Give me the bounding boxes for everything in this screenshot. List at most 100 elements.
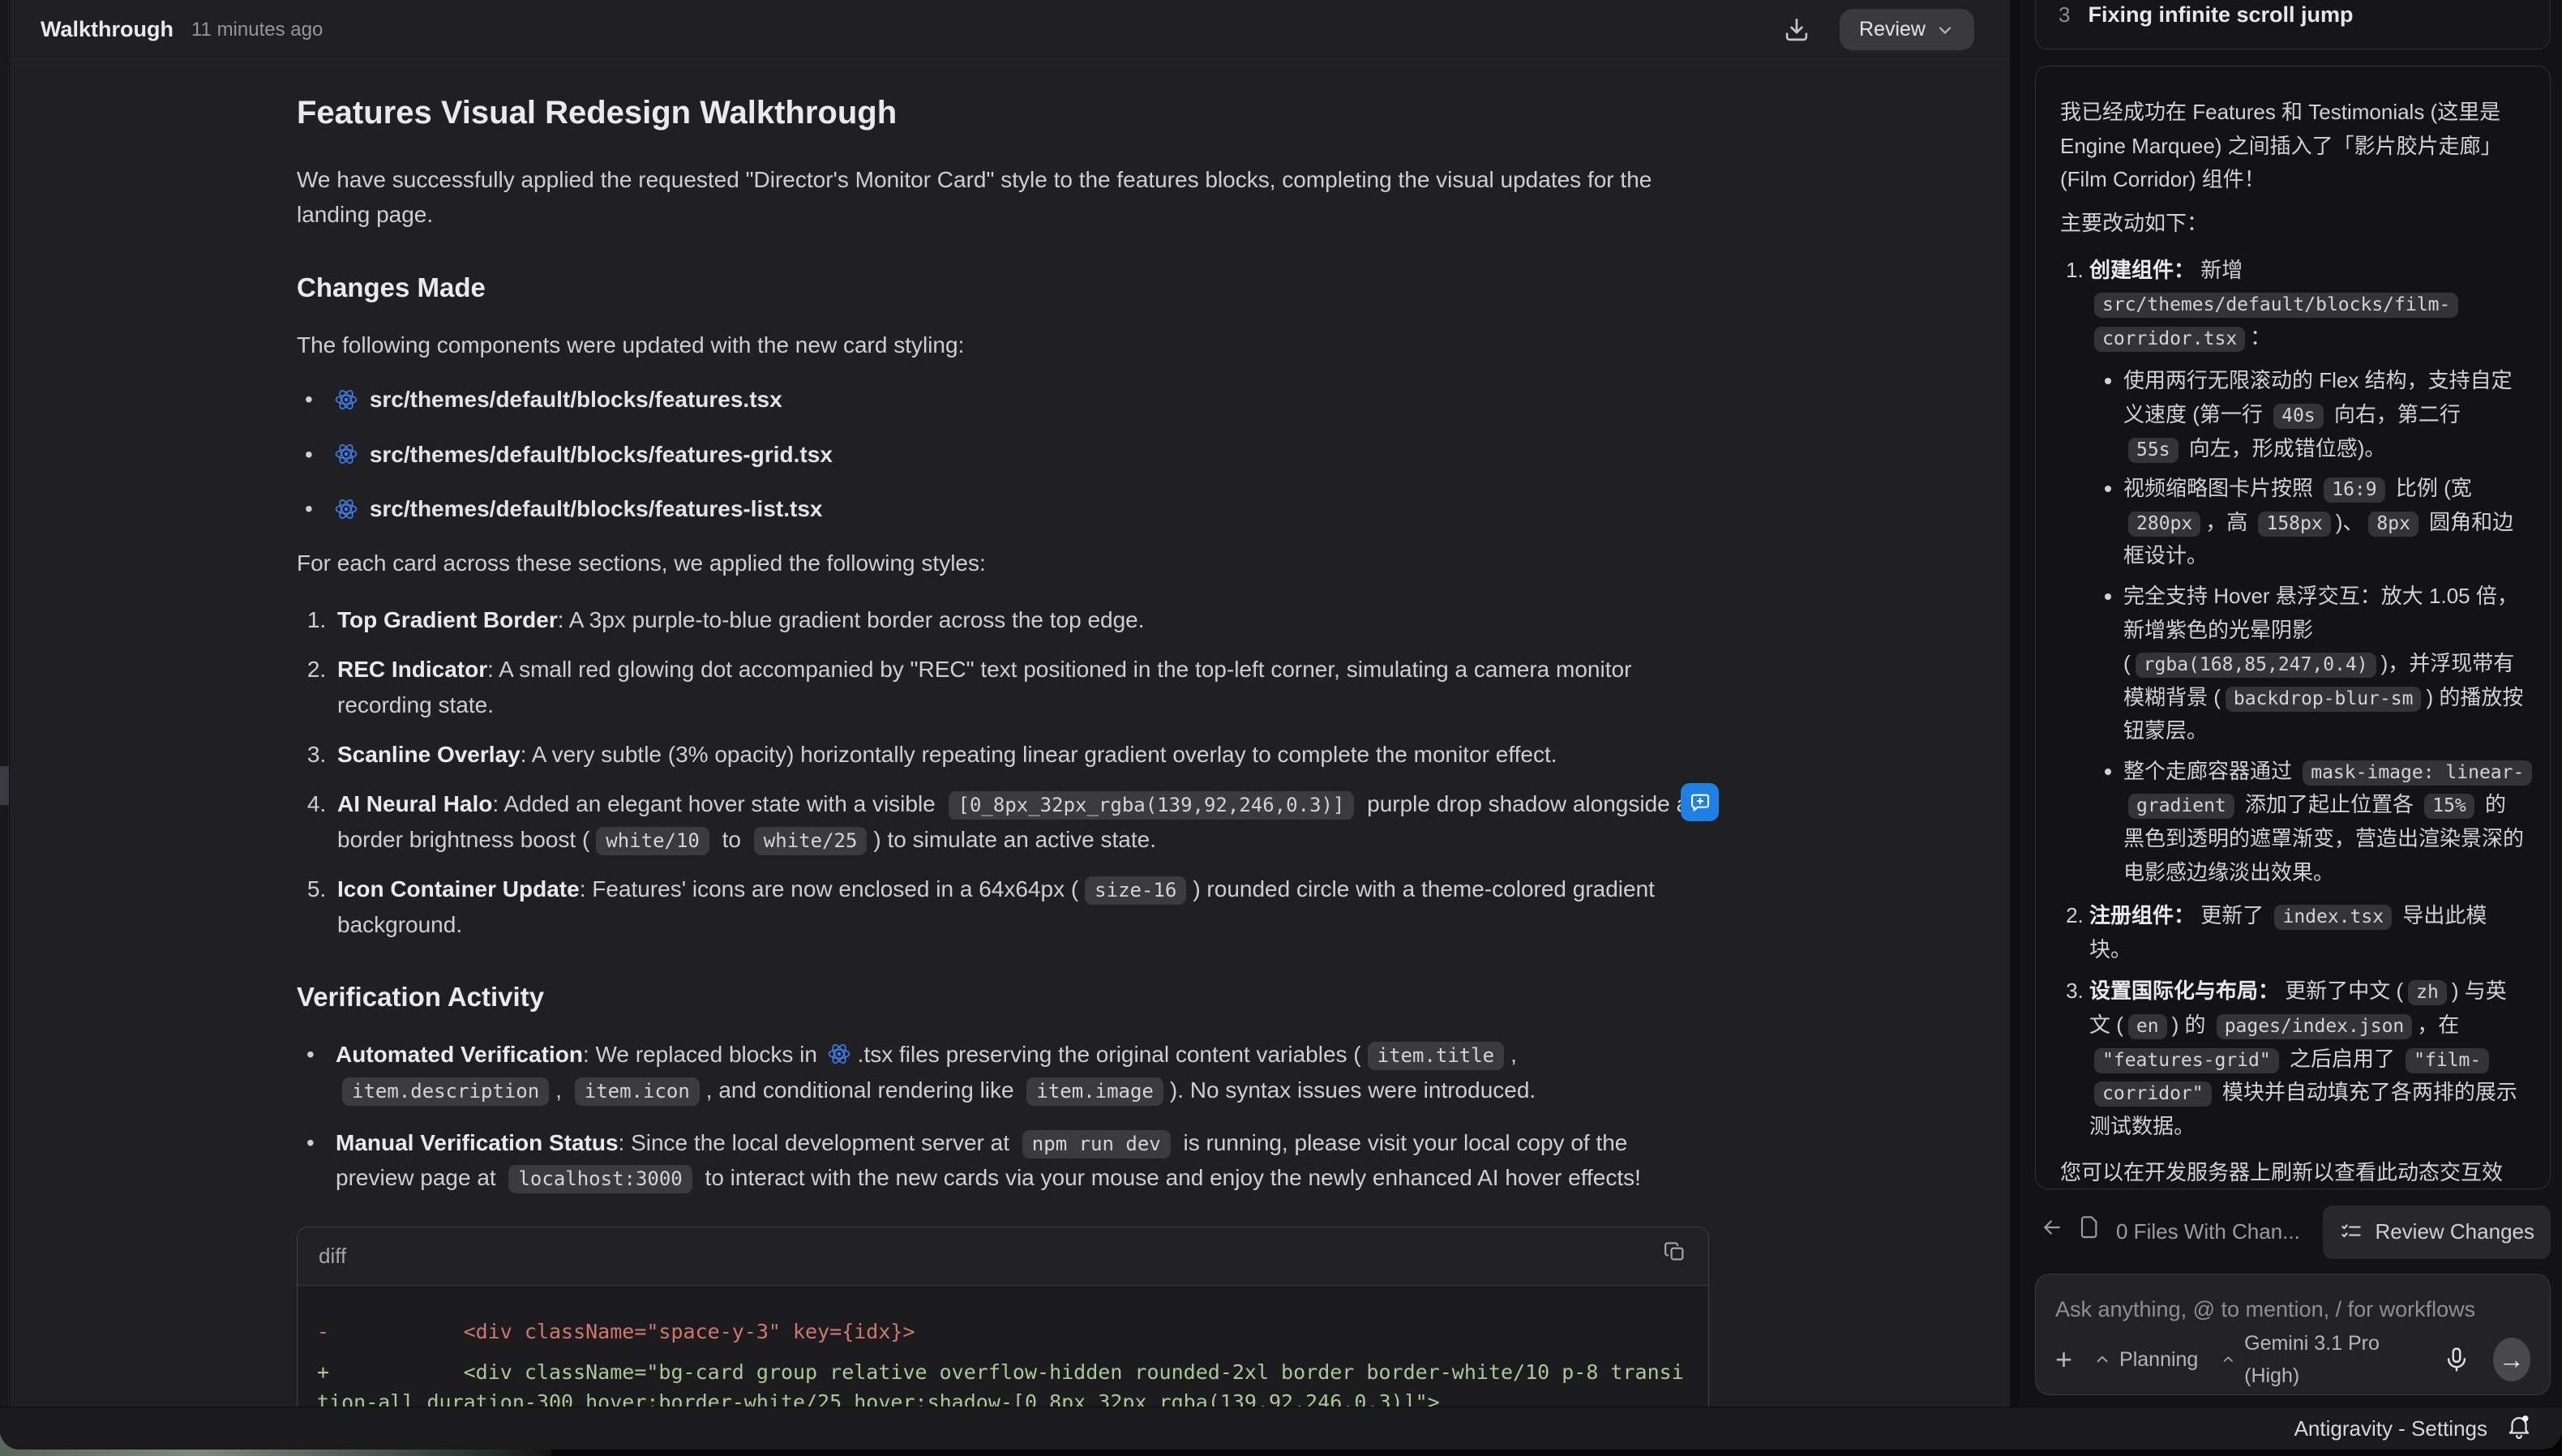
- text: 主要改动如下：: [2060, 210, 2209, 235]
- text: 向右，第二行: [2328, 401, 2461, 426]
- react-icon: [334, 497, 358, 521]
- list-item: 完全支持 Hover 悬浮交互：放大 1.05 倍，新增紫色的光晕阴影 (rgb…: [2123, 580, 2526, 748]
- text: : Since the local development server at: [618, 1129, 1016, 1155]
- inline-code: en: [2127, 1014, 2167, 1040]
- review-button[interactable]: Review: [1840, 9, 1974, 50]
- diff-header: diff: [298, 1227, 1708, 1286]
- review-changes-button[interactable]: Review Changes: [2323, 1205, 2551, 1259]
- download-icon[interactable]: [1781, 15, 1812, 45]
- inline-code: src/themes/default/blocks/film-corridor.…: [2094, 293, 2459, 352]
- text: 更新了中文 (: [2279, 979, 2404, 1004]
- inline-code: 55s: [2128, 437, 2179, 463]
- text: to: [715, 826, 748, 852]
- text: 新增: [2195, 257, 2243, 282]
- bold-text: Automated Verification: [336, 1042, 583, 1068]
- bullet: •: [305, 441, 313, 467]
- inline-code: item.image: [1026, 1077, 1163, 1106]
- copy-icon[interactable]: [1663, 1240, 1687, 1273]
- panel-resize-handle[interactable]: [0, 766, 9, 805]
- panel-title: Walkthrough: [41, 17, 174, 41]
- text: 我已经成功在 Features 和 Testimonials (这里是 Engi…: [2060, 100, 2502, 192]
- inline-code: npm run dev: [1022, 1129, 1171, 1158]
- inline-code: 158px: [2258, 511, 2331, 537]
- inline-code: item.description: [342, 1077, 550, 1106]
- text: 更新了: [2195, 903, 2270, 928]
- chevron-down-icon: [1939, 26, 1951, 34]
- file-path[interactable]: src/themes/default/blocks/features-list.…: [370, 491, 823, 526]
- mode-label: Planning: [2119, 1348, 2199, 1372]
- list-item-text: 创建组件： 新增 src/themes/default/blocks/film-…: [2089, 257, 2463, 352]
- list-item: • src/themes/default/blocks/features-lis…: [305, 491, 1709, 526]
- message-sublist: 使用两行无限滚动的 Flex 结构，支持自定义速度 (第一行 40s 向右，第二…: [2089, 364, 2533, 889]
- text: , and conditional rendering like: [705, 1077, 1021, 1103]
- list-item: • src/themes/default/blocks/features-gri…: [305, 437, 1709, 472]
- add-context-button[interactable]: +: [2055, 1345, 2072, 1374]
- text: : A very subtle (3% opacity) horizontall…: [520, 742, 1557, 768]
- inline-code: 40s: [2273, 403, 2324, 429]
- list-item: Top Gradient Border: A 3px purple-to-blu…: [332, 602, 1709, 637]
- file-path[interactable]: src/themes/default/blocks/features.tsx: [370, 382, 782, 417]
- list-item: • src/themes/default/blocks/features.tsx: [305, 382, 1709, 417]
- send-button[interactable]: →: [2492, 1338, 2530, 1382]
- screen: { "header": { "title": "Walkthrough", "t…: [0, 0, 2562, 1456]
- inline-code: 8px: [2368, 511, 2418, 537]
- microphone-icon[interactable]: [2443, 1346, 2470, 1373]
- chat-composer[interactable]: Ask anything, @ to mention, / for workfl…: [2035, 1274, 2551, 1395]
- files-changed-bar: 0 Files With Chan... Review Changes: [2035, 1205, 2551, 1259]
- inline-code: item.title: [1367, 1042, 1505, 1071]
- conversation-thread-card[interactable]: 3 Fixing infinite scroll jump: [2035, 0, 2551, 50]
- inline-code: pages/index.json: [2216, 1014, 2413, 1040]
- doc-intro: We have successfully applied the request…: [297, 167, 1652, 228]
- app-window: Walkthrough 11 minutes ago Review Featur…: [0, 0, 2562, 1450]
- agent-chat-panel: 3 Fixing infinite scroll jump 我已经成功在 Fea…: [2019, 0, 2562, 1407]
- mode-selector[interactable]: Planning: [2093, 1343, 2198, 1376]
- styles-list: Top Gradient Border: A 3px purple-to-blu…: [297, 602, 1719, 942]
- bullet: •: [305, 496, 313, 522]
- react-icon: [334, 388, 358, 412]
- composer-controls: + Planning Gemini 3.1 Pro (High) →: [2055, 1327, 2530, 1392]
- text: : A 3px purple-to-blue gradient border a…: [557, 606, 1145, 632]
- text: ). No syntax issues were introduced.: [1169, 1077, 1536, 1103]
- list-item: REC Indicator: A small red glowing dot a…: [332, 652, 1709, 722]
- diff-line: + <div className="bg-card group relative…: [317, 1360, 1684, 1407]
- chevron-up-icon: [2097, 1356, 2108, 1363]
- inline-code: 16:9: [2324, 477, 2385, 503]
- walkthrough-panel: Walkthrough 11 minutes ago Review Featur…: [10, 0, 2010, 1407]
- changed-files-list: • src/themes/default/blocks/features.tsx…: [297, 382, 1709, 526]
- assistant-message-card: 我已经成功在 Features 和 Testimonials (这里是 Engi…: [2035, 66, 2551, 1190]
- text: : A small red glowing dot accompanied by…: [337, 657, 1632, 717]
- verification-list: Automated Verification: We replaced bloc…: [297, 1037, 1709, 1196]
- back-arrow-icon[interactable]: [2040, 1215, 2064, 1250]
- files-changed-label[interactable]: 0 Files With Chan...: [2116, 1215, 2310, 1249]
- text: : Added an elegant hover state with a vi…: [492, 791, 942, 817]
- inline-code: "features-grid": [2094, 1047, 2279, 1073]
- bell-icon[interactable]: [2505, 1412, 2533, 1445]
- composer-placeholder[interactable]: Ask anything, @ to mention, / for workfl…: [2055, 1292, 2530, 1327]
- file-path[interactable]: src/themes/default/blocks/features-grid.…: [370, 437, 833, 472]
- file-icon: [2077, 1214, 2103, 1251]
- text: 向左，形成错位感)。: [2183, 435, 2386, 460]
- inline-code: white/10: [596, 826, 709, 855]
- model-selector[interactable]: Gemini 3.1 Pro (High): [2221, 1327, 2411, 1392]
- bold-text: Icon Container Update: [337, 876, 580, 902]
- text: ) 的: [2171, 1013, 2212, 1038]
- styles-intro: For each card across these sections, we …: [297, 550, 986, 576]
- list-item: 注册组件： 更新了 index.tsx 导出此模块。: [2089, 899, 2526, 966]
- review-changes-label: Review Changes: [2375, 1219, 2534, 1244]
- text: 您可以在开发服务器上刷新以查看此动态交互效果！如果有需要微调的地方（例如滚动速度…: [2060, 1160, 2504, 1185]
- code-language-label: diff: [319, 1244, 347, 1269]
- text: 整个走廊容器通过: [2123, 758, 2299, 783]
- react-icon: [334, 442, 358, 466]
- checklist-icon: [2341, 1224, 2362, 1238]
- bold-text: 设置国际化与布局：: [2089, 979, 2280, 1004]
- inline-code: [0_8px_32px_rgba(139,92,246,0.3)]: [948, 791, 1355, 820]
- add-comment-button[interactable]: [1681, 783, 1719, 822]
- bold-text: AI Neural Halo: [337, 791, 493, 817]
- text: 添加了起止位置各: [2239, 792, 2420, 817]
- list-item: 使用两行无限滚动的 Flex 结构，支持自定义速度 (第一行 40s 向右，第二…: [2123, 364, 2526, 465]
- inline-code: rgba(168,85,247,0.4): [2135, 653, 2376, 679]
- doc-title: Features Visual Redesign Walkthrough: [297, 95, 898, 131]
- text: ,: [1510, 1042, 1517, 1068]
- message-ordered-list: 创建组件： 新增 src/themes/default/blocks/film-…: [2060, 254, 2533, 1144]
- verification-heading: Verification Activity: [297, 982, 545, 1012]
